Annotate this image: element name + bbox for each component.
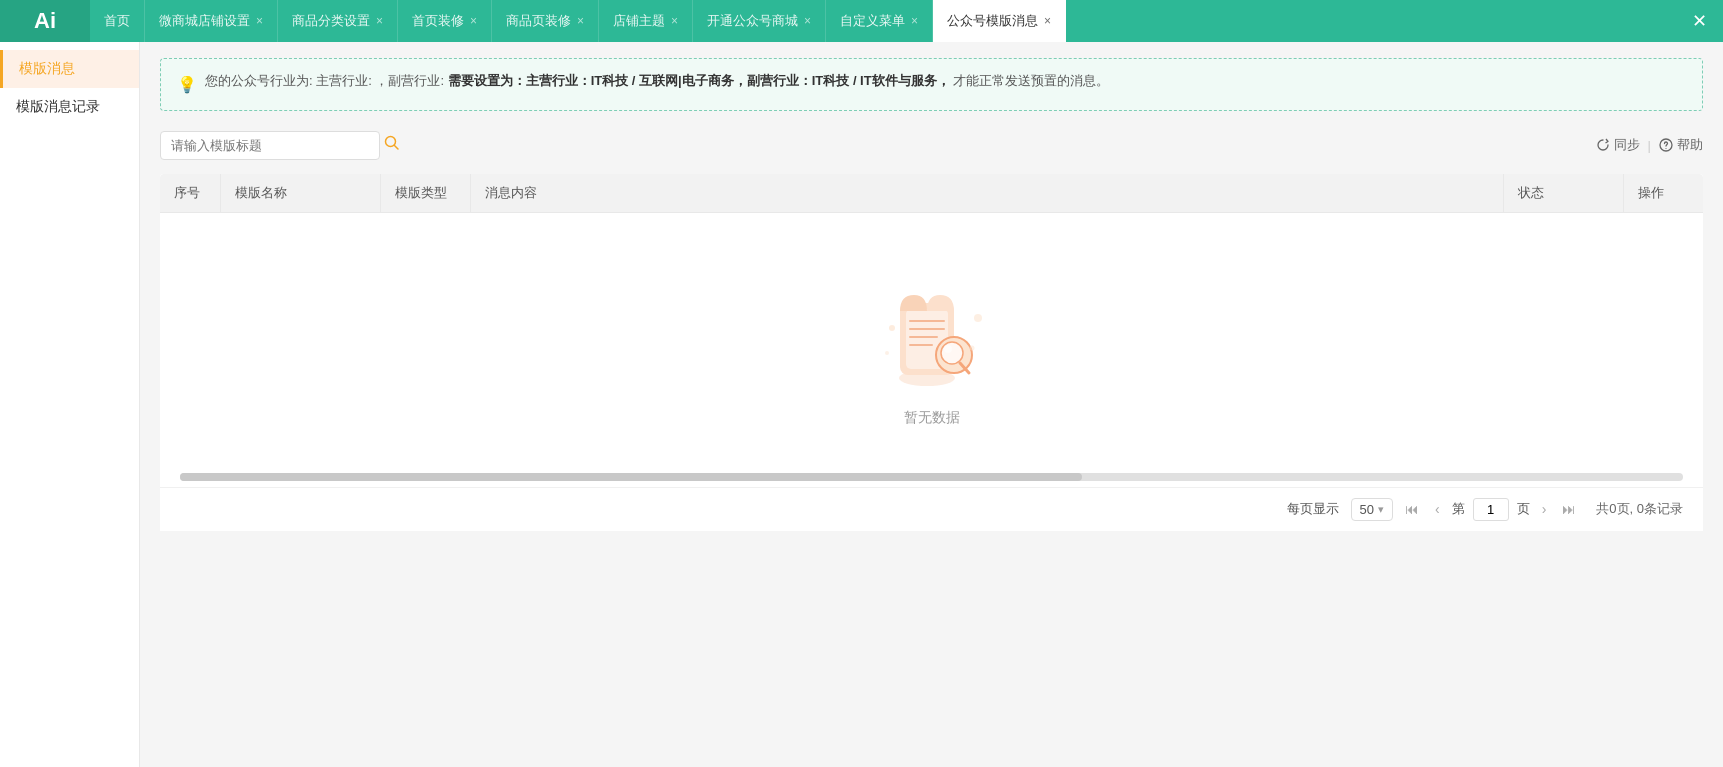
page-number-input[interactable] xyxy=(1473,498,1509,521)
prev-page-button[interactable]: ‹ xyxy=(1431,499,1444,519)
notice-highlight: 需要设置为：主营行业：IT科技 / 互联网|电子商务，副营行业：IT科技 / I… xyxy=(448,73,950,88)
tab-label-product-category: 商品分类设置 xyxy=(292,12,370,30)
help-button[interactable]: 帮助 xyxy=(1659,136,1703,154)
svg-point-14 xyxy=(944,345,952,353)
tab-close-store-theme[interactable]: × xyxy=(671,14,678,28)
total-info: 共0页, 0条记录 xyxy=(1596,500,1683,518)
notice-prefix: 您的公众号行业为: 主营行业: ，副营行业: xyxy=(205,73,444,88)
global-close-button[interactable]: ✕ xyxy=(1676,0,1723,42)
tab-close-wshop-settings[interactable]: × xyxy=(256,14,263,28)
per-page-value: 50 xyxy=(1360,502,1374,517)
search-input[interactable] xyxy=(160,131,380,160)
sidebar: 模版消息模版消息记录 xyxy=(0,42,140,767)
tab-close-product-decoration[interactable]: × xyxy=(577,14,584,28)
notice-box: 💡 您的公众号行业为: 主营行业: ，副营行业: 需要设置为：主营行业：IT科技… xyxy=(160,58,1703,111)
tab-template-msg[interactable]: 公众号模版消息 × xyxy=(933,0,1066,42)
svg-line-1 xyxy=(395,146,399,150)
toolbar-divider: | xyxy=(1648,138,1651,153)
tab-home[interactable]: 首页 xyxy=(90,0,145,42)
empty-state: 暂无数据 xyxy=(160,213,1703,467)
sync-button[interactable]: 同步 xyxy=(1596,136,1640,154)
sidebar-item-template-message-record[interactable]: 模版消息记录 xyxy=(0,88,139,126)
sync-label: 同步 xyxy=(1614,136,1640,154)
top-nav: Ai 首页微商城店铺设置×商品分类设置×首页装修×商品页装修×店铺主题×开通公众… xyxy=(0,0,1723,42)
tab-close-open-shop[interactable]: × xyxy=(804,14,811,28)
tab-product-decoration[interactable]: 商品页装修 × xyxy=(492,0,599,42)
first-page-button[interactable]: ⏮ xyxy=(1401,499,1423,519)
bulb-icon: 💡 xyxy=(177,72,197,98)
tab-product-category[interactable]: 商品分类设置 × xyxy=(278,0,398,42)
tab-label-open-shop: 开通公众号商城 xyxy=(707,12,798,30)
empty-text: 暂无数据 xyxy=(904,409,960,427)
help-label: 帮助 xyxy=(1677,136,1703,154)
col-status: 状态 xyxy=(1503,174,1623,213)
tab-label-home-decoration: 首页装修 xyxy=(412,12,464,30)
col-type: 模版类型 xyxy=(380,174,470,213)
notice-suffix: 才能正常发送预置的消息。 xyxy=(953,73,1109,88)
tab-label-home: 首页 xyxy=(104,12,130,30)
tab-label-template-msg: 公众号模版消息 xyxy=(947,12,1038,30)
fake-scrollbar[interactable] xyxy=(180,473,1683,481)
svg-point-17 xyxy=(969,345,974,350)
empty-illustration xyxy=(872,273,992,393)
per-page-select[interactable]: 50 ▾ xyxy=(1351,498,1393,521)
page-label: 第 xyxy=(1452,500,1465,518)
table-header-row: 序号 模版名称 模版类型 消息内容 状态 操作 xyxy=(160,174,1703,213)
tab-label-wshop-settings: 微商城店铺设置 xyxy=(159,12,250,30)
svg-point-15 xyxy=(889,325,895,331)
col-name: 模版名称 xyxy=(220,174,380,213)
empty-row: 暂无数据 xyxy=(160,212,1703,467)
main-layout: 模版消息模版消息记录 💡 您的公众号行业为: 主营行业: ，副营行业: 需要设置… xyxy=(0,42,1723,767)
scrollbar-thumb xyxy=(180,473,1082,481)
tab-home-decoration[interactable]: 首页装修 × xyxy=(398,0,492,42)
tab-label-custom-menu: 自定义菜单 xyxy=(840,12,905,30)
page-unit: 页 xyxy=(1517,500,1530,518)
tab-close-product-category[interactable]: × xyxy=(376,14,383,28)
last-page-button[interactable]: ⏭ xyxy=(1558,499,1580,519)
svg-point-3 xyxy=(1665,148,1666,149)
toolbar-right: 同步 | 帮助 xyxy=(1596,136,1703,154)
tab-close-template-msg[interactable]: × xyxy=(1044,14,1051,28)
tab-label-store-theme: 店铺主题 xyxy=(613,12,665,30)
pagination: 每页显示 50 ▾ ⏮ ‹ 第 页 › ⏭ 共0页, 0条记录 xyxy=(160,487,1703,531)
tab-store-theme[interactable]: 店铺主题 × xyxy=(599,0,693,42)
data-table: 序号 模版名称 模版类型 消息内容 状态 操作 xyxy=(160,174,1703,467)
tab-close-home-decoration[interactable]: × xyxy=(470,14,477,28)
logo: Ai xyxy=(0,0,90,42)
tab-wshop-settings[interactable]: 微商城店铺设置 × xyxy=(145,0,278,42)
col-action: 操作 xyxy=(1623,174,1703,213)
tab-custom-menu[interactable]: 自定义菜单 × xyxy=(826,0,933,42)
tab-open-shop[interactable]: 开通公众号商城 × xyxy=(693,0,826,42)
sidebar-item-template-message[interactable]: 模版消息 xyxy=(0,50,139,88)
chevron-down-icon: ▾ xyxy=(1378,503,1384,516)
tabs-container: 首页微商城店铺设置×商品分类设置×首页装修×商品页装修×店铺主题×开通公众号商城… xyxy=(90,0,1676,42)
col-content: 消息内容 xyxy=(470,174,1503,213)
per-page-label: 每页显示 xyxy=(1287,500,1339,518)
notice-text: 您的公众号行业为: 主营行业: ，副营行业: 需要设置为：主营行业：IT科技 /… xyxy=(205,71,1109,92)
scrollbar-container xyxy=(160,467,1703,487)
search-bar: 同步 | 帮助 xyxy=(160,131,1703,160)
svg-point-18 xyxy=(885,351,889,355)
table-container: 序号 模版名称 模版类型 消息内容 状态 操作 xyxy=(160,174,1703,531)
tab-close-custom-menu[interactable]: × xyxy=(911,14,918,28)
content-area: 💡 您的公众号行业为: 主营行业: ，副营行业: 需要设置为：主营行业：IT科技… xyxy=(140,42,1723,767)
tab-label-product-decoration: 商品页装修 xyxy=(506,12,571,30)
svg-point-16 xyxy=(974,314,982,322)
col-seq: 序号 xyxy=(160,174,220,213)
search-button[interactable] xyxy=(384,135,400,155)
svg-point-12 xyxy=(941,342,963,364)
next-page-button[interactable]: › xyxy=(1538,499,1551,519)
